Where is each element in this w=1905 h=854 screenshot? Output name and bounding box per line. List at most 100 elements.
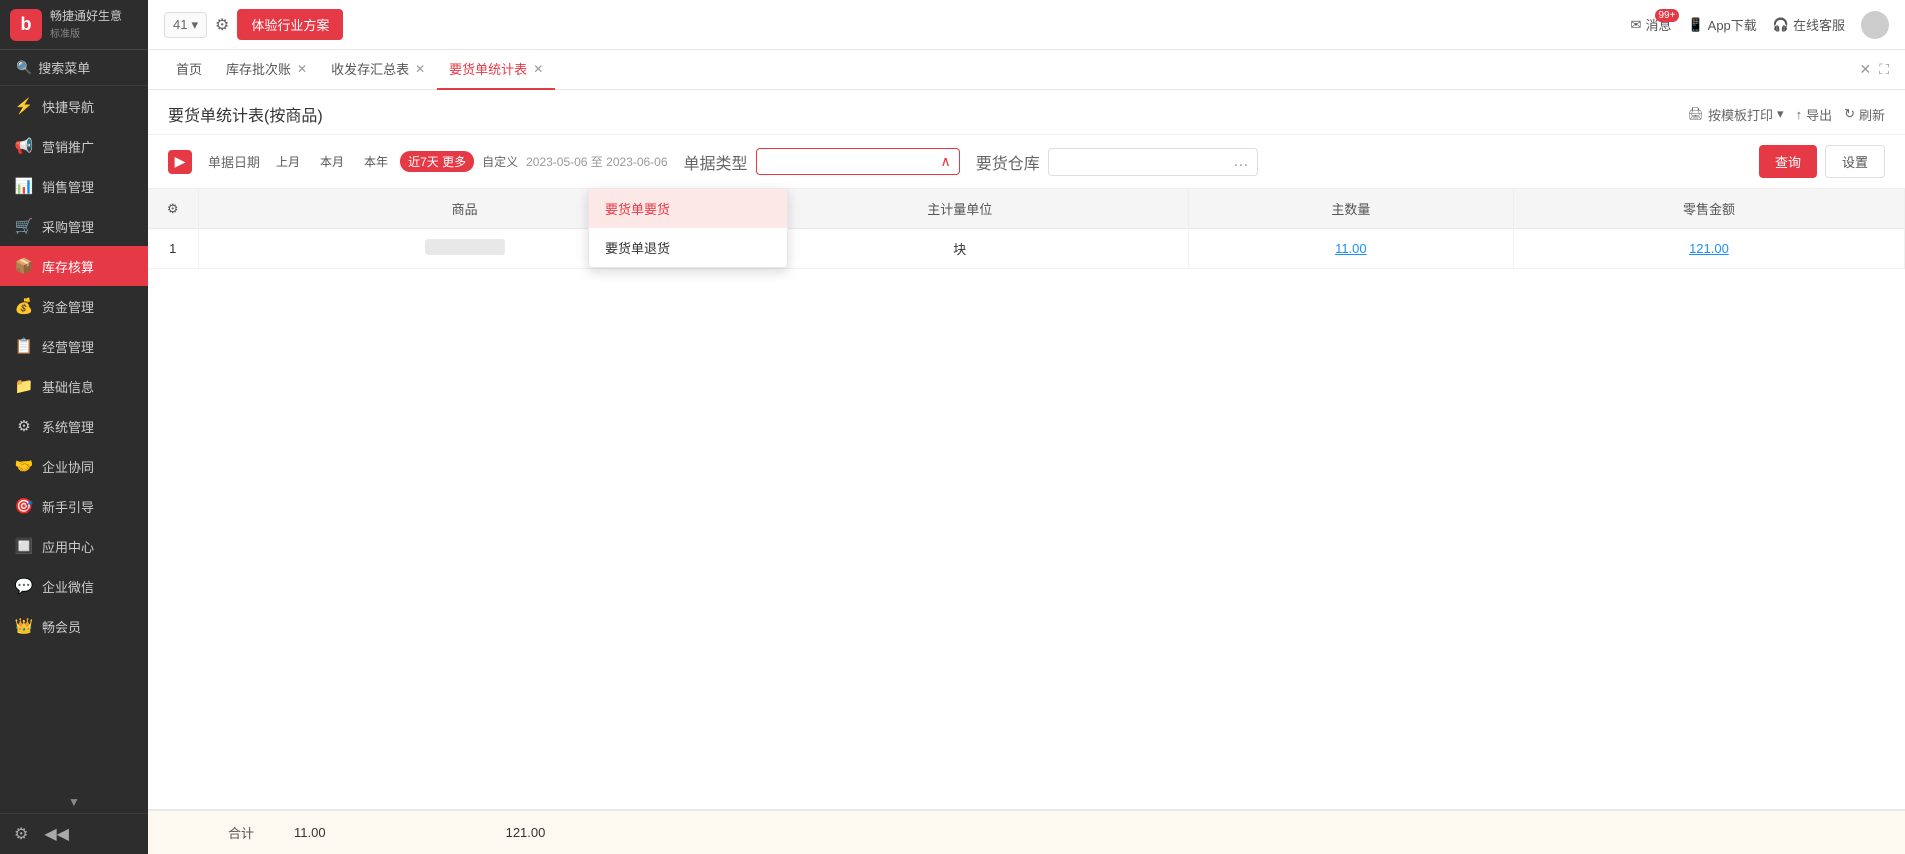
app-version: 标准版 bbox=[50, 25, 122, 40]
dropdown-item-return[interactable]: 要货单退货 bbox=[589, 228, 787, 267]
app-name: 畅捷通好生意 bbox=[50, 9, 122, 25]
sidebar-item-vip[interactable]: 👑 畅会员 bbox=[0, 606, 148, 646]
sidebar-scroll-down[interactable]: ▼ bbox=[0, 791, 148, 813]
row-unit: 块 bbox=[731, 229, 1188, 269]
table-header-row: ⚙ 商品 主计量单位 主数量 零售金额 bbox=[148, 189, 1905, 229]
export-btn[interactable]: ↑ 导出 bbox=[1796, 105, 1833, 124]
app-download-icon: 📱 bbox=[1687, 17, 1703, 33]
tab-order-stats-close[interactable]: ✕ bbox=[533, 62, 543, 76]
total-label: 合计 bbox=[168, 823, 254, 842]
tab-home-label: 首页 bbox=[176, 59, 202, 78]
sidebar-search[interactable]: 🔍 搜索菜单 bbox=[0, 50, 148, 86]
table-row: 1 块 11.00 121.00 bbox=[148, 229, 1905, 269]
messages-btn[interactable]: ✉ 消息 99+ bbox=[1631, 15, 1672, 34]
collapse-sidebar-icon[interactable]: ◀◀ bbox=[44, 824, 69, 844]
print-icon: 🖨 bbox=[1688, 106, 1705, 122]
print-btn[interactable]: 🖨 按模板打印 ▾ bbox=[1688, 105, 1784, 124]
shortcut-this-month[interactable]: 本月 bbox=[312, 151, 352, 172]
search-icon: 🔍 bbox=[16, 60, 32, 76]
tab-fullscreen-icon[interactable]: ⛶ bbox=[1879, 61, 1889, 78]
message-icon: ✉ bbox=[1631, 17, 1642, 33]
online-service-label: 在线客服 bbox=[1793, 15, 1845, 34]
settings-footer-icon[interactable]: ⚙ bbox=[14, 824, 28, 844]
sidebar-footer: ⚙ ◀◀ bbox=[0, 813, 148, 854]
row-quantity[interactable]: 11.00 bbox=[1188, 229, 1513, 269]
doc-type-dropdown: 要货单要货 要货单退货 bbox=[588, 188, 788, 268]
col-gear: ⚙ bbox=[148, 189, 198, 229]
sidebar-item-label: 营销推广 bbox=[42, 137, 94, 156]
messages-badge: 99+ bbox=[1655, 9, 1680, 22]
tab-order-stats-label: 要货单统计表 bbox=[449, 59, 527, 78]
query-btn[interactable]: 查询 bbox=[1759, 145, 1817, 178]
shortcut-this-year[interactable]: 本年 bbox=[356, 151, 396, 172]
refresh-btn[interactable]: ↻ 刷新 bbox=[1844, 105, 1885, 124]
user-avatar[interactable] bbox=[1861, 11, 1889, 39]
export-icon: ↑ bbox=[1796, 107, 1803, 122]
enterprise-icon: 🤝 bbox=[14, 456, 34, 476]
tab-shipment-summary[interactable]: 收发存汇总表 ✕ bbox=[319, 50, 437, 90]
shortcut-more[interactable]: 近7天 更多 bbox=[400, 151, 474, 172]
vip-icon: 👑 bbox=[14, 616, 34, 636]
print-chevron-icon: ▾ bbox=[1777, 106, 1784, 122]
doc-type-chevron-icon[interactable]: ∧ bbox=[941, 153, 951, 170]
export-label: 导出 bbox=[1806, 105, 1832, 124]
sidebar-search-label: 搜索菜单 bbox=[38, 58, 90, 77]
sidebar-item-label: 企业微信 bbox=[42, 577, 94, 596]
dropdown-item-order[interactable]: 要货单要货 bbox=[589, 189, 787, 228]
warehouse-filter-group: 要货仓库 … bbox=[976, 148, 1743, 176]
purchase-icon: 🛒 bbox=[14, 216, 34, 236]
sidebar-item-label: 畅会员 bbox=[42, 617, 81, 636]
total-amount: 121.00 bbox=[506, 825, 546, 840]
refresh-label: 刷新 bbox=[1859, 105, 1885, 124]
sidebar-item-shortcut[interactable]: ⚡ 快捷导航 bbox=[0, 86, 148, 126]
industry-btn[interactable]: 体验行业方案 bbox=[237, 9, 343, 40]
tab-shipment-summary-close[interactable]: ✕ bbox=[415, 62, 425, 76]
shortcut-custom[interactable]: 自定义 bbox=[482, 153, 518, 170]
shortcut-last-month[interactable]: 上月 bbox=[268, 151, 308, 172]
sidebar-item-guide[interactable]: 🎯 新手引导 bbox=[0, 486, 148, 526]
tab-inventory-batch-close[interactable]: ✕ bbox=[297, 62, 307, 76]
sidebar-item-wechat[interactable]: 💬 企业微信 bbox=[0, 566, 148, 606]
sales-icon: 📊 bbox=[14, 176, 34, 196]
breadcrumb-select[interactable]: 41 ▾ bbox=[164, 12, 207, 38]
sidebar-item-system[interactable]: ⚙ 系统管理 bbox=[0, 406, 148, 446]
sidebar-item-basic[interactable]: 📁 基础信息 bbox=[0, 366, 148, 406]
sidebar-item-finance[interactable]: 💰 资金管理 bbox=[0, 286, 148, 326]
table-gear-icon[interactable]: ⚙ bbox=[167, 201, 179, 216]
appstore-icon: 🔲 bbox=[14, 536, 34, 556]
sidebar-item-appstore[interactable]: 🔲 应用中心 bbox=[0, 526, 148, 566]
marketing-icon: 📢 bbox=[14, 136, 34, 156]
row-seq: 1 bbox=[148, 229, 198, 269]
filter-settings-btn[interactable]: 设置 bbox=[1825, 145, 1885, 178]
topbar-left: 41 ▾ ⚙ 体验行业方案 bbox=[164, 9, 1619, 40]
warehouse-input-wrapper: … bbox=[1048, 148, 1258, 176]
topbar-gear-icon[interactable]: ⚙ bbox=[215, 15, 229, 35]
tab-close-all-icon[interactable]: ✕ bbox=[1859, 61, 1871, 78]
doc-type-input[interactable] bbox=[765, 154, 941, 169]
shortcut-icon: ⚡ bbox=[14, 96, 34, 116]
main-area: 41 ▾ ⚙ 体验行业方案 ✉ 消息 99+ 📱 App下载 🎧 在线客服 bbox=[148, 0, 1905, 854]
app-download-label: App下载 bbox=[1708, 15, 1757, 34]
row-amount[interactable]: 121.00 bbox=[1513, 229, 1904, 269]
sidebar-item-enterprise[interactable]: 🤝 企业协同 bbox=[0, 446, 148, 486]
sidebar-item-sales[interactable]: 📊 销售管理 bbox=[0, 166, 148, 206]
sidebar-item-purchase[interactable]: 🛒 采购管理 bbox=[0, 206, 148, 246]
tab-order-stats[interactable]: 要货单统计表 ✕ bbox=[437, 50, 555, 90]
guide-icon: 🎯 bbox=[14, 496, 34, 516]
filter-expand-btn[interactable]: ▶ bbox=[168, 150, 192, 174]
tab-inventory-batch[interactable]: 库存批次账 ✕ bbox=[214, 50, 319, 90]
warehouse-more-icon[interactable]: … bbox=[1233, 153, 1249, 171]
app-download-btn[interactable]: 📱 App下载 bbox=[1687, 15, 1756, 34]
tab-inventory-batch-label: 库存批次账 bbox=[226, 59, 291, 78]
date-filter-label: 单据日期 bbox=[208, 152, 260, 171]
sidebar-item-inventory[interactable]: 📦 库存核算 bbox=[0, 246, 148, 286]
wechat-icon: 💬 bbox=[14, 576, 34, 596]
tab-home[interactable]: 首页 bbox=[164, 50, 214, 90]
sidebar-item-operations[interactable]: 📋 经营管理 bbox=[0, 326, 148, 366]
online-service-btn[interactable]: 🎧 在线客服 bbox=[1773, 15, 1845, 34]
sidebar-item-label: 经营管理 bbox=[42, 337, 94, 356]
filter-bar: ▶ 单据日期 上月 本月 本年 近7天 更多 自定义 2023-05-06 至 … bbox=[148, 135, 1905, 189]
warehouse-input[interactable] bbox=[1057, 154, 1233, 169]
data-table: ⚙ 商品 主计量单位 主数量 零售金额 1 块 bbox=[148, 189, 1905, 269]
sidebar-item-marketing[interactable]: 📢 营销推广 bbox=[0, 126, 148, 166]
